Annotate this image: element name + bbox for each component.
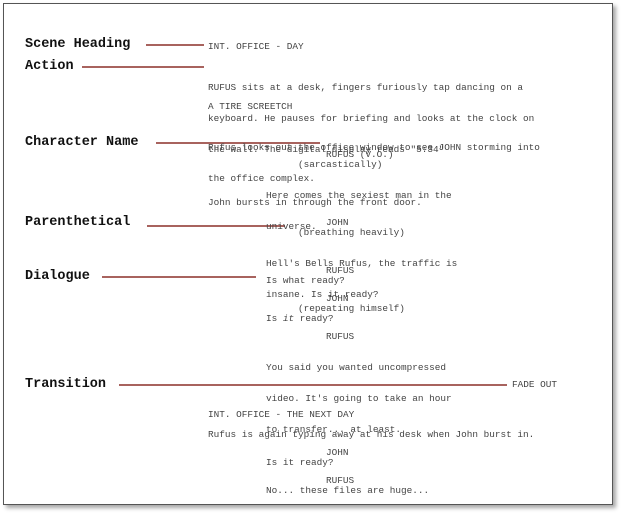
dialogue-text: ready?: [294, 313, 334, 324]
label-scene-heading: Scene Heading: [25, 37, 131, 52]
label-transition: Transition: [25, 377, 107, 392]
dialogue-block-4: Is it ready?: [266, 313, 334, 324]
dialogue-line: insane. Is it ready?: [266, 289, 379, 301]
label-action: Action: [25, 59, 74, 74]
transition-fade-out: FADE OUT: [512, 379, 558, 390]
leader-line-parenthetical: [147, 225, 285, 227]
scene-heading-2: INT. OFFICE - THE NEXT DAY: [208, 409, 355, 420]
label-dialogue: Dialogue: [25, 269, 90, 284]
action-4: John bursts in through the front door.: [208, 197, 422, 208]
dialogue-text: Is: [266, 313, 283, 324]
action-1-line: RUFUS sits at a desk, fingers furiously …: [208, 81, 524, 93]
action-5: Rufus is again typing away at his desk w…: [208, 429, 535, 440]
dialogue-line: video. It's going to take an hour: [266, 393, 452, 405]
leader-line-action: [82, 66, 204, 68]
leader-line-dialogue: [102, 276, 256, 278]
parenthetical-sarcastically: (sarcastically): [298, 159, 383, 170]
dialogue-block-6: Is it ready?: [266, 457, 334, 468]
leader-line-scene-heading: [146, 44, 204, 46]
label-character-name: Character Name: [25, 135, 139, 150]
character-name-rufus: RUFUS: [326, 331, 355, 342]
parenthetical-breathing-heavily: (breathing heavily): [298, 227, 405, 238]
screenplay-page: Scene Heading Action Character Name Pare…: [3, 3, 613, 505]
dialogue-line: Hell's Bells Rufus, the traffic is: [266, 257, 458, 269]
dialogue-emphasis: it: [282, 313, 295, 324]
dialogue-line: You said you wanted uncompressed: [266, 361, 447, 373]
action-2: A TIRE SCREETCH: [208, 101, 293, 112]
label-parenthetical: Parenthetical: [25, 215, 131, 230]
dialogue-block-7: No... these files are huge...: [266, 485, 430, 496]
dialogue-block-3: Is what ready?: [266, 275, 345, 286]
scene-heading-1: INT. OFFICE - DAY: [208, 41, 304, 52]
